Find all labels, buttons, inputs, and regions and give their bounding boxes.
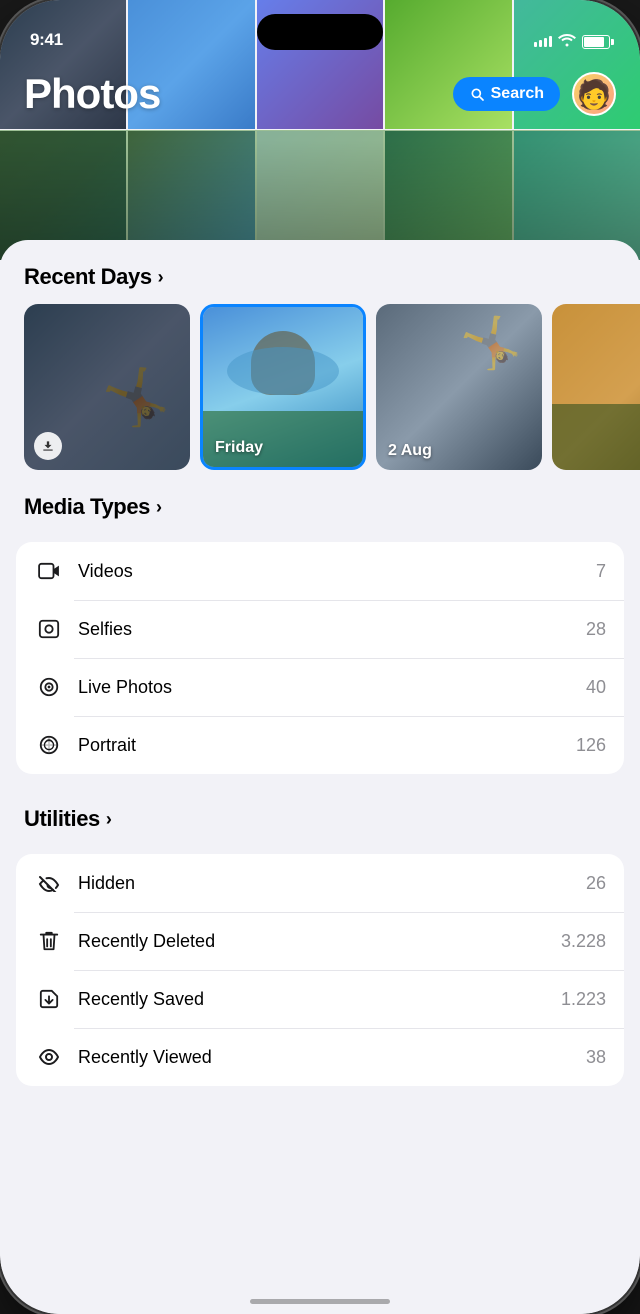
utility-recently-deleted[interactable]: Recently Deleted 3.228 — [16, 912, 624, 970]
status-icons — [534, 33, 610, 50]
phone-frame: 9:41 — [0, 0, 640, 1314]
search-button[interactable]: Search — [453, 77, 560, 111]
portrait-count: 126 — [576, 735, 606, 756]
recently-saved-count: 1.223 — [561, 989, 606, 1010]
selfie-icon — [34, 614, 64, 644]
media-types-title: Media Types — [24, 494, 150, 520]
hidden-label: Hidden — [78, 873, 586, 894]
video-icon — [34, 556, 64, 586]
utilities-section: Utilities › Hidden — [0, 782, 640, 1086]
save-icon — [34, 984, 64, 1014]
utility-recently-saved[interactable]: Recently Saved 1.223 — [16, 970, 624, 1028]
utilities-list: Hidden 26 Recently Deleted 3.228 — [16, 854, 624, 1086]
home-indicator — [250, 1299, 390, 1304]
search-icon — [469, 86, 485, 102]
portrait-icon — [34, 730, 64, 760]
phone-screen: 9:41 — [0, 0, 640, 1314]
signal-bars-icon — [534, 36, 552, 47]
media-type-portrait[interactable]: Portrait 126 — [16, 716, 624, 774]
day-photo-2[interactable]: 🤸 2 Aug — [376, 304, 542, 470]
scroll-content[interactable]: Recent Days › 🤸 — [0, 240, 640, 1314]
media-types-section-header[interactable]: Media Types › — [0, 470, 640, 534]
videos-count: 7 — [596, 561, 606, 582]
download-badge-icon — [34, 432, 62, 460]
day-label-aug: 2 Aug — [388, 442, 432, 460]
media-types-chevron: › — [156, 497, 162, 518]
utility-hidden[interactable]: Hidden 26 — [16, 854, 624, 912]
header-controls: Photos Search 🧑 — [0, 70, 640, 118]
live-photos-count: 40 — [586, 677, 606, 698]
battery-icon — [582, 35, 610, 49]
dynamic-island — [257, 14, 383, 50]
wifi-icon — [558, 33, 576, 50]
header-right-controls: Search 🧑 — [453, 72, 616, 116]
utilities-section-header[interactable]: Utilities › — [0, 782, 640, 846]
media-type-selfies[interactable]: Selfies 28 — [16, 600, 624, 658]
utilities-chevron: › — [106, 809, 112, 830]
recent-days-chevron: › — [158, 267, 164, 288]
utility-recently-viewed[interactable]: Recently Viewed 38 — [16, 1028, 624, 1086]
recently-deleted-label: Recently Deleted — [78, 931, 561, 952]
recently-deleted-count: 3.228 — [561, 931, 606, 952]
avatar[interactable]: 🧑 — [572, 72, 616, 116]
search-label: Search — [491, 85, 544, 103]
hidden-icon — [34, 868, 64, 898]
selfies-label: Selfies — [78, 619, 586, 640]
recent-days-section-header[interactable]: Recent Days › — [0, 240, 640, 304]
trash-icon — [34, 926, 64, 956]
live-photos-icon — [34, 672, 64, 702]
recently-viewed-label: Recently Viewed — [78, 1047, 586, 1068]
recently-viewed-count: 38 — [586, 1047, 606, 1068]
page-title: Photos — [24, 70, 160, 118]
portrait-label: Portrait — [78, 735, 576, 756]
status-time: 9:41 — [30, 30, 63, 50]
live-photos-label: Live Photos — [78, 677, 586, 698]
day-photo-0[interactable]: 🤸 — [24, 304, 190, 470]
videos-label: Videos — [78, 561, 596, 582]
day-label-friday: Friday — [215, 439, 263, 457]
recent-days-scroll[interactable]: 🤸 — [0, 304, 640, 470]
media-type-videos[interactable]: Videos 7 — [16, 542, 624, 600]
media-types-list: Videos 7 Selfies 28 — [16, 542, 624, 774]
eye-icon — [34, 1042, 64, 1072]
utilities-title: Utilities — [24, 806, 100, 832]
hidden-count: 26 — [586, 873, 606, 894]
recently-saved-label: Recently Saved — [78, 989, 561, 1010]
day-photo-1[interactable]: Friday — [200, 304, 366, 470]
day-photo-3[interactable] — [552, 304, 640, 470]
recent-days-title: Recent Days — [24, 264, 152, 290]
selfies-count: 28 — [586, 619, 606, 640]
media-type-live-photos[interactable]: Live Photos 40 — [16, 658, 624, 716]
